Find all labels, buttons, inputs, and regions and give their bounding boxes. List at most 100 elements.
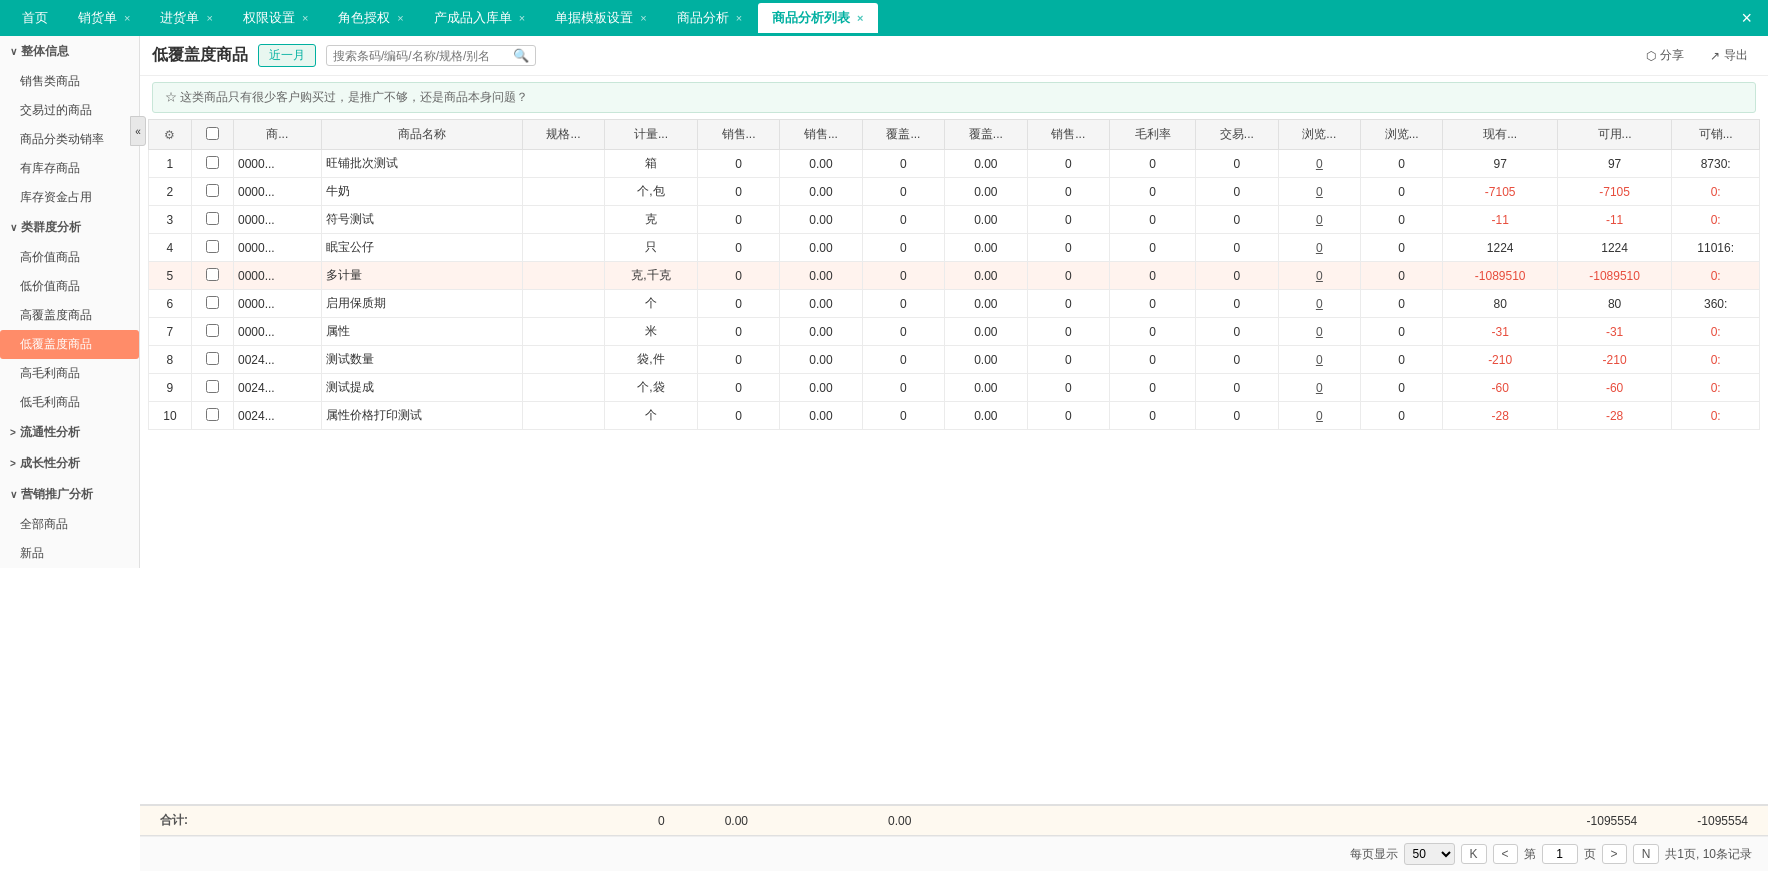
cell-checkbox[interactable]	[191, 346, 233, 374]
cell-checkbox[interactable]	[191, 374, 233, 402]
col-browse1[interactable]: 浏览...	[1278, 120, 1360, 150]
tab-permission[interactable]: 权限设置 ×	[229, 3, 322, 33]
tab-role-close[interactable]: ×	[397, 12, 403, 24]
row-checkbox[interactable]	[206, 268, 219, 281]
cell-checkbox[interactable]	[191, 178, 233, 206]
col-settings[interactable]: ⚙	[149, 120, 192, 150]
cell-browse1[interactable]: 0	[1278, 178, 1360, 206]
sidebar-item-stock-capital[interactable]: 库存资金占用	[0, 183, 139, 212]
col-available-stock[interactable]: 可用...	[1557, 120, 1671, 150]
row-checkbox[interactable]	[206, 408, 219, 421]
cell-browse1[interactable]: 0	[1278, 206, 1360, 234]
col-unit[interactable]: 计量...	[605, 120, 698, 150]
cell-checkbox[interactable]	[191, 206, 233, 234]
page-number-input[interactable]	[1542, 844, 1578, 864]
col-checkbox[interactable]	[191, 120, 233, 150]
tab-product-entry[interactable]: 产成品入库单 ×	[420, 3, 539, 33]
sidebar-section-circulation[interactable]: > 流通性分析	[0, 417, 139, 448]
sidebar-item-category-rate[interactable]: 商品分类动销率	[0, 125, 139, 154]
cell-checkbox[interactable]	[191, 290, 233, 318]
col-browse2[interactable]: 浏览...	[1361, 120, 1443, 150]
tab-product-analysis-close[interactable]: ×	[736, 12, 742, 24]
row-checkbox[interactable]	[206, 212, 219, 225]
col-gross-margin[interactable]: 毛利率	[1109, 120, 1195, 150]
cell-browse1[interactable]: 0	[1278, 262, 1360, 290]
tab-role[interactable]: 角色授权 ×	[324, 3, 417, 33]
filter-period-button[interactable]: 近一月	[258, 44, 316, 67]
tab-sales-close[interactable]: ×	[124, 12, 130, 24]
export-button[interactable]: ↗ 导出	[1702, 44, 1756, 67]
sidebar-item-high-value[interactable]: 高价值商品	[0, 243, 139, 272]
tab-purchase[interactable]: 进货单 ×	[146, 3, 226, 33]
row-checkbox[interactable]	[206, 184, 219, 197]
row-checkbox[interactable]	[206, 296, 219, 309]
cell-name[interactable]: 测试数量	[321, 346, 522, 374]
first-page-button[interactable]: K	[1461, 844, 1487, 864]
cell-name[interactable]: 测试提成	[321, 374, 522, 402]
sidebar-item-traded-products[interactable]: 交易过的商品	[0, 96, 139, 125]
col-sellable[interactable]: 可销...	[1672, 120, 1760, 150]
cell-checkbox[interactable]	[191, 234, 233, 262]
col-sales-qty[interactable]: 销售...	[697, 120, 779, 150]
tab-template[interactable]: 单据模板设置 ×	[541, 3, 660, 33]
sidebar-item-stock-products[interactable]: 有库存商品	[0, 154, 139, 183]
col-coverage2[interactable]: 覆盖...	[945, 120, 1027, 150]
cell-browse1[interactable]: 0	[1278, 402, 1360, 430]
cell-browse1[interactable]: 0	[1278, 290, 1360, 318]
row-checkbox[interactable]	[206, 380, 219, 393]
cell-name[interactable]: 属性	[321, 318, 522, 346]
cell-name[interactable]: 启用保质期	[321, 290, 522, 318]
sidebar-collapse-button[interactable]: «	[130, 116, 146, 146]
cell-browse1[interactable]: 0	[1278, 318, 1360, 346]
col-sales-amt[interactable]: 销售...	[780, 120, 862, 150]
tab-permission-close[interactable]: ×	[302, 12, 308, 24]
col-coverage1[interactable]: 覆盖...	[862, 120, 944, 150]
col-transaction[interactable]: 交易...	[1196, 120, 1278, 150]
sidebar-item-low-margin[interactable]: 低毛利商品	[0, 388, 139, 417]
search-input[interactable]	[333, 49, 513, 63]
sidebar-item-low-value[interactable]: 低价值商品	[0, 272, 139, 301]
tab-product-analysis-list-close[interactable]: ×	[857, 12, 863, 24]
settings-icon[interactable]: ⚙	[164, 128, 175, 142]
last-page-button[interactable]: N	[1633, 844, 1660, 864]
row-checkbox[interactable]	[206, 156, 219, 169]
sidebar-item-sales-products[interactable]: 销售类商品	[0, 67, 139, 96]
tab-sales[interactable]: 销货单 ×	[64, 3, 144, 33]
sidebar-section-cluster[interactable]: ∨ 类群度分析	[0, 212, 139, 243]
next-page-button[interactable]: >	[1602, 844, 1627, 864]
prev-page-button[interactable]: <	[1493, 844, 1518, 864]
cell-checkbox[interactable]	[191, 318, 233, 346]
row-checkbox[interactable]	[206, 324, 219, 337]
cell-name[interactable]: 属性价格打印测试	[321, 402, 522, 430]
row-checkbox[interactable]	[206, 352, 219, 365]
cell-name[interactable]: 旺铺批次测试	[321, 150, 522, 178]
sidebar-item-all-products[interactable]: 全部商品	[0, 510, 139, 539]
sidebar-item-high-coverage[interactable]: 高覆盖度商品	[0, 301, 139, 330]
col-spec[interactable]: 规格...	[522, 120, 604, 150]
tab-product-analysis[interactable]: 商品分析 ×	[663, 3, 756, 33]
tab-product-entry-close[interactable]: ×	[519, 12, 525, 24]
sidebar-item-high-margin[interactable]: 高毛利商品	[0, 359, 139, 388]
cell-name[interactable]: 眠宝公仔	[321, 234, 522, 262]
cell-checkbox[interactable]	[191, 262, 233, 290]
cell-browse1[interactable]: 0	[1278, 234, 1360, 262]
cell-checkbox[interactable]	[191, 150, 233, 178]
tab-product-analysis-list[interactable]: 商品分析列表 ×	[758, 3, 877, 33]
tab-home[interactable]: 首页	[8, 3, 62, 33]
share-button[interactable]: ⬡ 分享	[1638, 44, 1692, 67]
col-code[interactable]: 商...	[234, 120, 322, 150]
col-name[interactable]: 商品名称	[321, 120, 522, 150]
cell-name[interactable]: 多计量	[321, 262, 522, 290]
select-all-checkbox[interactable]	[206, 127, 219, 140]
window-close-button[interactable]: ×	[1733, 6, 1760, 31]
cell-browse1[interactable]: 0	[1278, 150, 1360, 178]
sidebar-item-low-coverage[interactable]: 低覆盖度商品	[0, 330, 139, 359]
cell-name[interactable]: 符号测试	[321, 206, 522, 234]
cell-browse1[interactable]: 0	[1278, 374, 1360, 402]
cell-checkbox[interactable]	[191, 402, 233, 430]
sidebar-section-marketing[interactable]: ∨ 营销推广分析	[0, 479, 139, 510]
col-current-stock[interactable]: 现有...	[1443, 120, 1557, 150]
tab-template-close[interactable]: ×	[640, 12, 646, 24]
tab-purchase-close[interactable]: ×	[206, 12, 212, 24]
sidebar-section-growth[interactable]: > 成长性分析	[0, 448, 139, 479]
